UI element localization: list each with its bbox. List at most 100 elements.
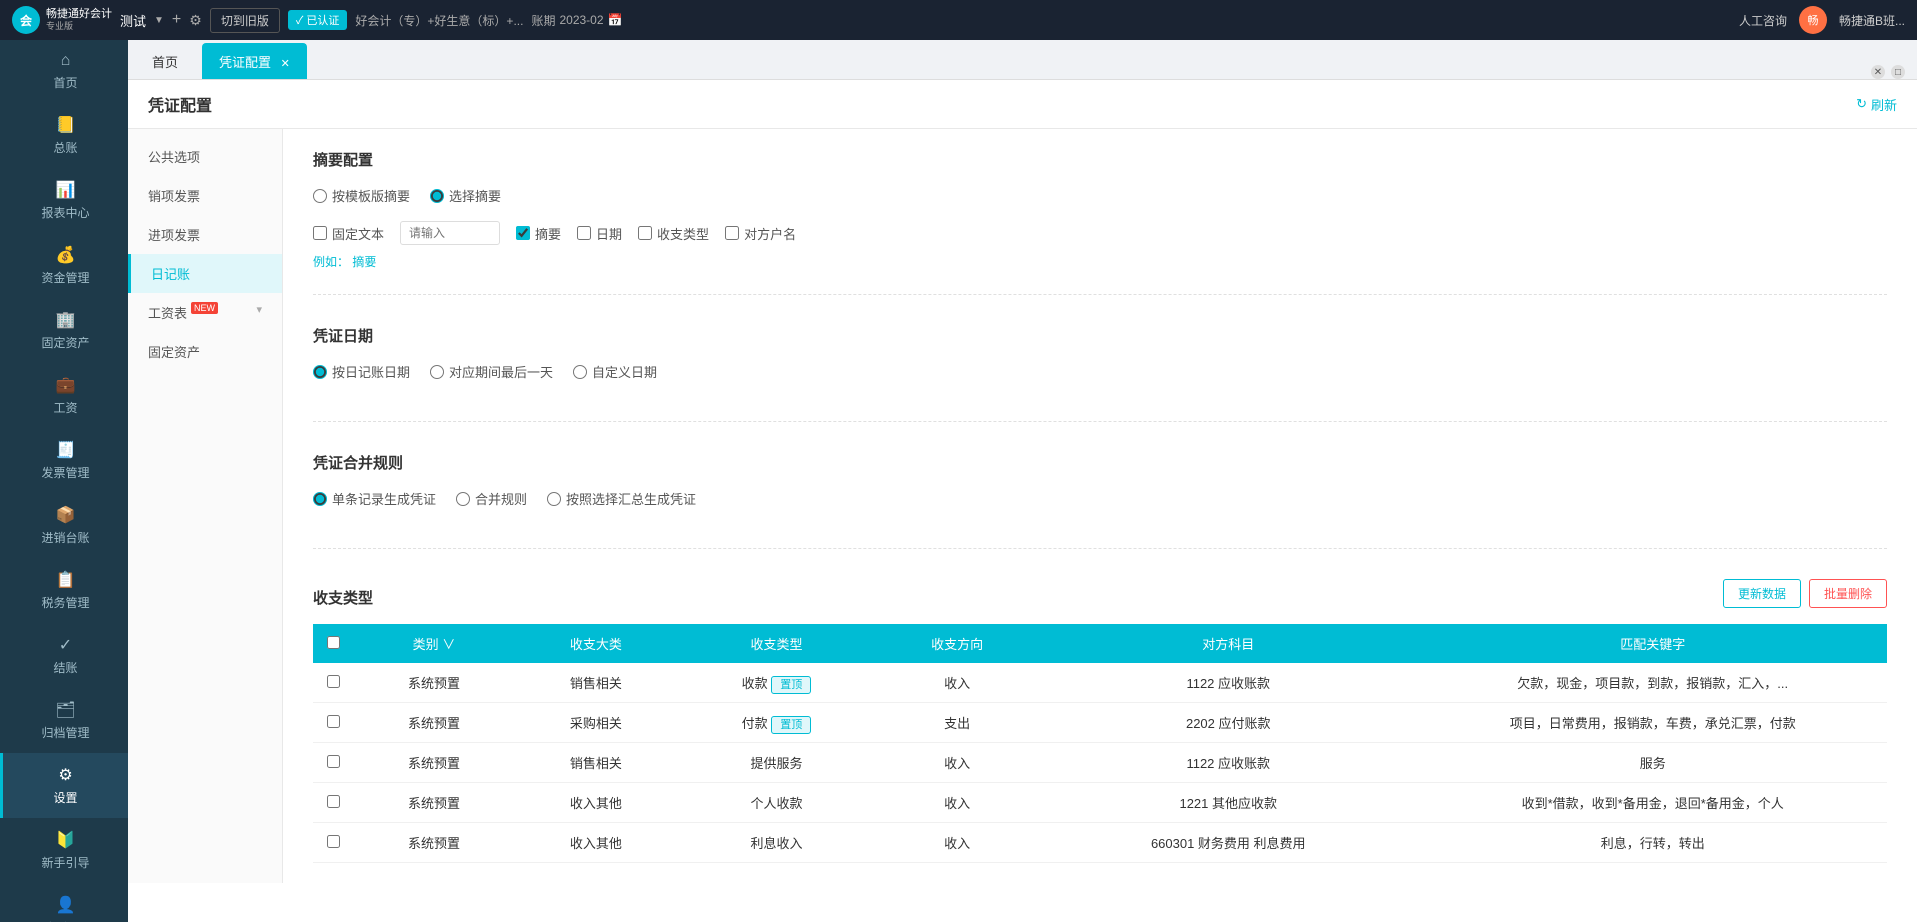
party-checkbox[interactable] <box>725 226 739 240</box>
sidebar-item-funds[interactable]: 💰 资金管理 <box>0 233 128 298</box>
radio-journal-date[interactable]: 按日记账日期 <box>313 362 410 381</box>
config-content: 摘要配置 按模板版摘要 选择摘要 <box>283 129 1917 883</box>
sidebar-item-invoice[interactable]: 🧾 发票管理 <box>0 428 128 493</box>
example-text: 例如： 摘要 <box>313 253 1887 270</box>
row-direction: 收入 <box>876 743 1038 783</box>
fixed-text-input[interactable] <box>400 221 500 245</box>
th-direction: 收支方向 <box>876 624 1038 663</box>
row-major-type: 收入其他 <box>515 783 677 823</box>
sidenav-item-fixed-assets[interactable]: 固定资产 <box>128 332 282 371</box>
row-subject: 1122 应收账款 <box>1038 743 1418 783</box>
update-data-button[interactable]: 更新数据 <box>1723 579 1801 608</box>
consult-button[interactable]: 人工咨询 <box>1739 12 1787 29</box>
row-checkbox-1[interactable] <box>327 715 340 728</box>
type-title: 收支类型 <box>313 587 373 608</box>
tab-voucher-config[interactable]: 凭证配置 ✕ <box>202 43 307 79</box>
sidebar-icon-home: ⌂ <box>61 52 71 70</box>
type-checkbox-label[interactable]: 收支类型 <box>638 224 709 243</box>
row-category: 系统预置 <box>353 663 515 703</box>
sidenav-item-payroll-table[interactable]: 工资表NEW▾ <box>128 293 282 332</box>
tab-close-icon[interactable]: ✕ <box>281 58 290 70</box>
fixed-text-checkbox[interactable] <box>313 226 327 240</box>
th-category: 类别 ∨ <box>353 624 515 663</box>
sidebar-label-home: 首页 <box>53 74 77 91</box>
scroll-content: 公共选项销项发票进项发票日记账工资表NEW▾固定资产 摘要配置 按模板版摘要 <box>128 129 1917 922</box>
switch-version-button[interactable]: 切到旧版 <box>210 8 280 33</box>
page-header: 凭证配置 ↻ 刷新 <box>128 80 1917 129</box>
top-bar-right: 人工咨询 畅 畅捷通B班... <box>1739 6 1905 34</box>
summary-title: 摘要配置 <box>313 149 1887 170</box>
party-checkbox-label[interactable]: 对方户名 <box>725 224 796 243</box>
sidebar-item-archive[interactable]: 🗂 归档管理 <box>0 688 128 753</box>
window-expand-button[interactable]: □ <box>1891 65 1905 79</box>
row-subject: 1221 其他应收款 <box>1038 783 1418 823</box>
radio-select[interactable]: 选择摘要 <box>430 186 501 205</box>
date-checkbox[interactable] <box>577 226 591 240</box>
sidebar-item-settings[interactable]: ⚙ 设置 <box>0 753 128 818</box>
radio-merge[interactable]: 合并规则 <box>456 489 527 508</box>
type-checkbox[interactable] <box>638 226 652 240</box>
date-checkbox-label[interactable]: 日期 <box>577 224 622 243</box>
top-bar: 会 畅捷通好会计 专业版 测试 ▼ + ⚙ 切到旧版 ✓ 已认证 好会计（专）+… <box>0 0 1917 40</box>
radio-template[interactable]: 按模板版摘要 <box>313 186 410 205</box>
row-direction: 收入 <box>876 783 1038 823</box>
refresh-icon: ↻ <box>1856 96 1867 112</box>
company-dropdown-icon[interactable]: ▼ <box>154 15 164 26</box>
row-checkbox-4[interactable] <box>327 835 340 848</box>
summary-checkbox[interactable] <box>516 226 530 240</box>
sidebar-icon-guide: 🔰 <box>56 830 76 850</box>
sidebar-item-member[interactable]: 👤 畅会员 <box>0 883 128 922</box>
sidebar-item-purchase[interactable]: 📦 进销台账 <box>0 493 128 558</box>
type-section: 收支类型 更新数据 批量删除 <box>313 579 1887 863</box>
row-major-type: 采购相关 <box>515 703 677 743</box>
sidebar-item-tax[interactable]: 📋 税务管理 <box>0 558 128 623</box>
sidebar-item-report[interactable]: 📊 报表中心 <box>0 168 128 233</box>
content-area: 首页 凭证配置 ✕ ✕ □ 凭证配置 ↻ 刷新 公共选项销项发票进项发票日记账工… <box>128 40 1917 922</box>
config-layout: 公共选项销项发票进项发票日记账工资表NEW▾固定资产 摘要配置 按模板版摘要 <box>128 129 1917 883</box>
radio-selected-total[interactable]: 按照选择汇总生成凭证 <box>547 489 696 508</box>
type-tag[interactable]: 置顶 <box>771 716 811 734</box>
sidebar-icon-invoice: 🧾 <box>56 440 76 460</box>
window-close-button[interactable]: ✕ <box>1871 65 1885 79</box>
th-type: 收支类型 <box>677 624 876 663</box>
sidenav-item-public[interactable]: 公共选项 <box>128 137 282 176</box>
sidebar-item-salary[interactable]: 💼 工资 <box>0 363 128 428</box>
row-major-type: 销售相关 <box>515 743 677 783</box>
calendar-icon[interactable]: 📅 <box>608 13 623 27</box>
sidebar-icon-tax: 📋 <box>56 570 76 590</box>
sidebar-icon-assets: 🏢 <box>56 310 76 330</box>
radio-custom-date[interactable]: 自定义日期 <box>573 362 657 381</box>
refresh-button[interactable]: ↻ 刷新 <box>1856 95 1897 114</box>
date-radio-group: 按日记账日期 对应期间最后一天 自定义日期 <box>313 362 1887 381</box>
sidebar-item-guide[interactable]: 🔰 新手引导 <box>0 818 128 883</box>
batch-delete-button[interactable]: 批量删除 <box>1809 579 1887 608</box>
fixed-text-label[interactable]: 固定文本 <box>313 224 384 243</box>
type-tag[interactable]: 置顶 <box>771 676 811 694</box>
sidenav-item-purchase-invoice[interactable]: 进项发票 <box>128 215 282 254</box>
avatar: 畅 <box>1799 6 1827 34</box>
sidebar-item-settle[interactable]: ✓ 结账 <box>0 623 128 688</box>
row-checkbox-cell <box>313 663 353 703</box>
radio-single[interactable]: 单条记录生成凭证 <box>313 489 436 508</box>
row-checkbox-0[interactable] <box>327 675 340 688</box>
sidebar-item-home[interactable]: ⌂ 首页 <box>0 40 128 103</box>
sidebar-item-ledger[interactable]: 📒 总账 <box>0 103 128 168</box>
sidebar-item-assets[interactable]: 🏢 固定资产 <box>0 298 128 363</box>
company-name: 测试 <box>120 11 146 30</box>
tab-home[interactable]: 首页 <box>136 44 194 79</box>
add-icon[interactable]: + <box>172 11 181 29</box>
settings-icon[interactable]: ⚙ <box>189 12 202 29</box>
row-category: 系统预置 <box>353 703 515 743</box>
select-all-checkbox[interactable] <box>327 636 340 649</box>
row-checkbox-3[interactable] <box>327 795 340 808</box>
sidebar-label-report: 报表中心 <box>41 204 89 221</box>
summary-checkbox-label[interactable]: 摘要 <box>516 224 561 243</box>
sidebar-label-settle: 结账 <box>53 659 77 676</box>
row-keywords: 收到*借款，收到*备用金，退回*备用金，个人 <box>1418 783 1887 823</box>
sidenav-item-journal[interactable]: 日记账 <box>128 254 282 293</box>
radio-last-day[interactable]: 对应期间最后一天 <box>430 362 553 381</box>
sidebar-icon-member: 👤 <box>56 895 76 915</box>
row-checkbox-cell <box>313 743 353 783</box>
sidenav-item-sales-invoice[interactable]: 销项发票 <box>128 176 282 215</box>
row-checkbox-2[interactable] <box>327 755 340 768</box>
